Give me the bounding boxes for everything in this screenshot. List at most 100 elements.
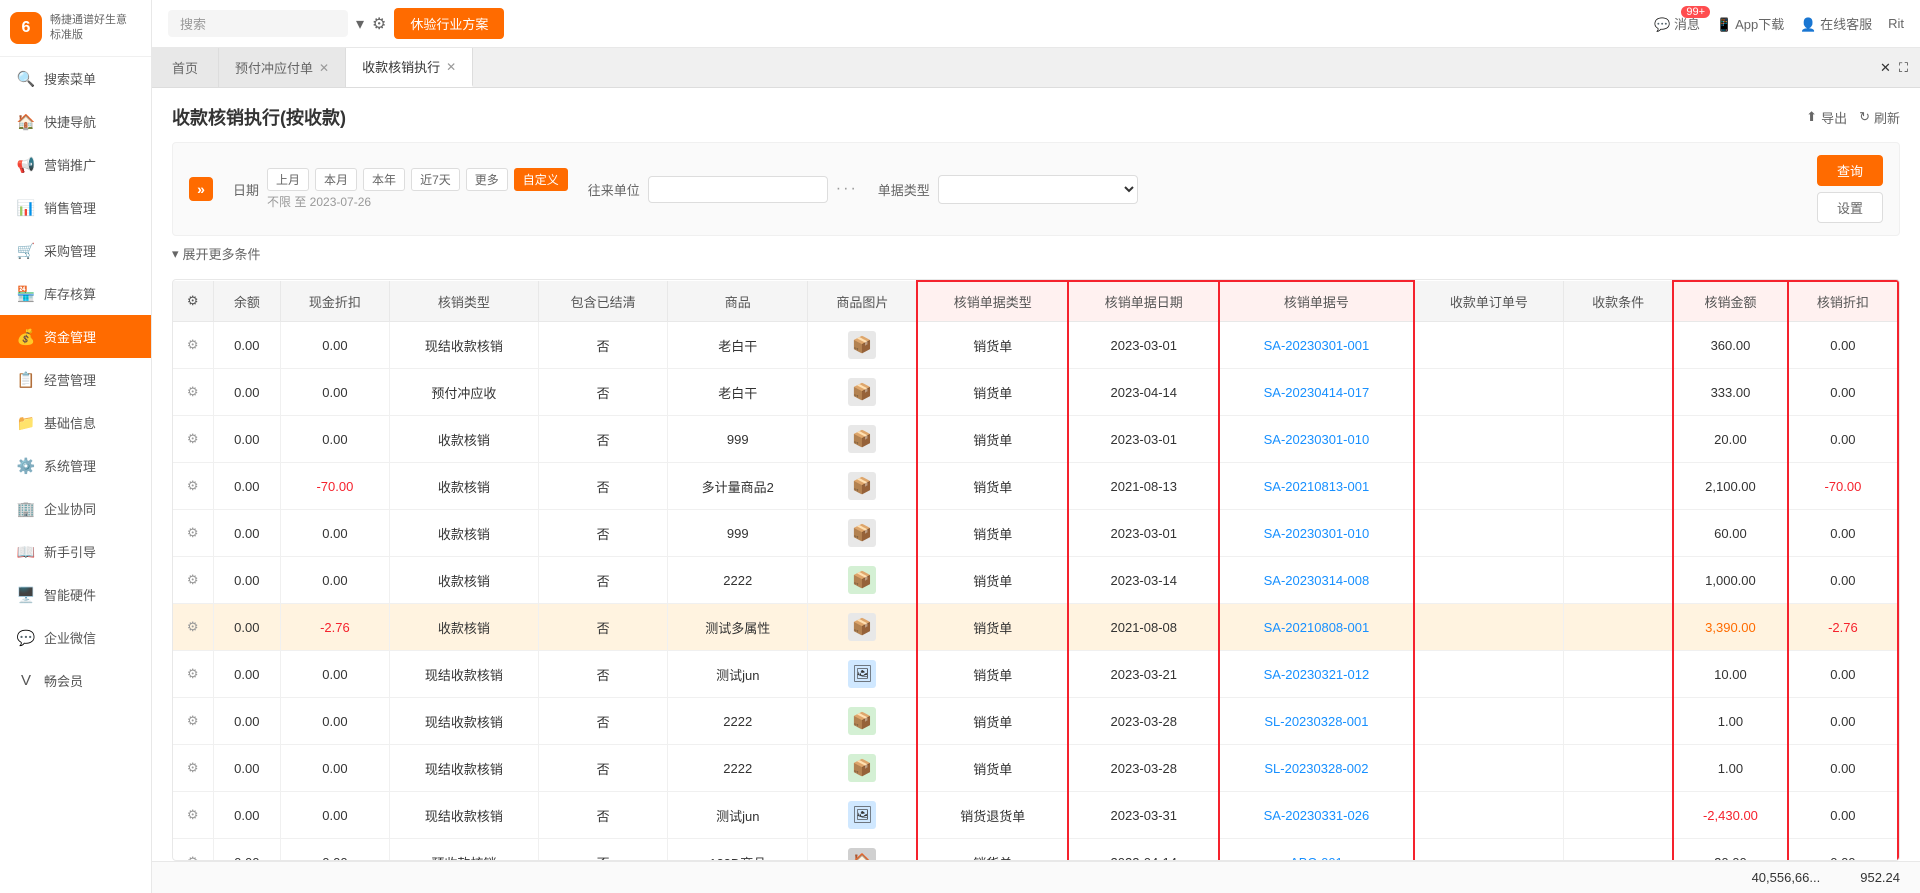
row-settings-icon[interactable]: ⚙ xyxy=(187,525,199,540)
cell-verify_no[interactable]: SA-20230321-012 xyxy=(1219,651,1413,698)
row-settings-icon[interactable]: ⚙ xyxy=(187,619,199,634)
refresh-button[interactable]: ↻ 刷新 xyxy=(1859,108,1900,127)
tab-close-prepay[interactable]: ✕ xyxy=(319,61,329,75)
date-btn-7days[interactable]: 近7天 xyxy=(411,168,460,191)
tab-expand-icon[interactable]: ⛶ xyxy=(1899,60,1908,76)
operation-label: 经营管理 xyxy=(44,370,96,389)
cell-include_settled: 否 xyxy=(539,557,668,604)
sidebar-item-guide[interactable]: 📖新手引导 xyxy=(0,530,151,573)
verify-no-link[interactable]: SL-20230328-001 xyxy=(1264,714,1368,729)
cell-verify_no[interactable]: SA-20230414-017 xyxy=(1219,369,1413,416)
cell-verify_no[interactable]: SA-20230301-001 xyxy=(1219,322,1413,369)
app-download[interactable]: 📱 App下载 xyxy=(1716,14,1784,33)
cell-verify_no[interactable]: SL-20230328-002 xyxy=(1219,745,1413,792)
cell-goods: 2222 xyxy=(668,745,808,792)
sidebar-item-operation[interactable]: 📋经营管理 xyxy=(0,358,151,401)
data-table-container: ⚙余额现金折扣核销类型包含已结清商品商品图片核销单据类型核销单据日期核销单据号收… xyxy=(172,279,1900,861)
tab-close-collection[interactable]: ✕ xyxy=(446,60,456,74)
sidebar-item-shortcut[interactable]: 🏠快捷导航 xyxy=(0,100,151,143)
verify-no-link[interactable]: SA-20230301-010 xyxy=(1264,526,1370,541)
solution-button[interactable]: 休验行业方案 xyxy=(394,8,504,39)
row-settings-icon[interactable]: ⚙ xyxy=(187,666,199,681)
cell-verify_amount: -2,430.00 xyxy=(1673,792,1788,839)
sidebar-item-system[interactable]: ⚙️系统管理 xyxy=(0,444,151,487)
cell-goods_img: 🏠 xyxy=(808,839,917,862)
cell-verify_type: 现结收款核销 xyxy=(389,651,538,698)
filter-counterpart-section: 往来单位 ··· xyxy=(588,176,858,203)
cell-goods: 老白干 xyxy=(668,369,808,416)
sidebar-item-sales[interactable]: 📊销售管理 xyxy=(0,186,151,229)
date-btn-this-month[interactable]: 本月 xyxy=(315,168,357,191)
row-settings-icon[interactable]: ⚙ xyxy=(187,478,199,493)
row-settings-icon[interactable]: ⚙ xyxy=(187,713,199,728)
sidebar-item-wechat[interactable]: 💬企业微信 xyxy=(0,616,151,659)
counterpart-more-btn[interactable]: ··· xyxy=(836,180,858,198)
cell-verify_no[interactable]: SA-20230301-010 xyxy=(1219,510,1413,557)
cell-verify_type: 收款核销 xyxy=(389,510,538,557)
counterpart-input[interactable] xyxy=(648,176,828,203)
settings-button[interactable]: 设置 xyxy=(1817,192,1883,223)
message-badge[interactable]: 💬 消息 99+ xyxy=(1654,14,1700,33)
tab-prepay[interactable]: 预付冲应付单 ✕ xyxy=(219,48,346,87)
row-settings-icon[interactable]: ⚙ xyxy=(187,431,199,446)
tab-collection[interactable]: 收款核销执行 ✕ xyxy=(346,48,473,87)
query-button[interactable]: 查询 xyxy=(1817,155,1883,186)
cell-receipt_order_no xyxy=(1414,698,1564,745)
verify-no-link[interactable]: SA-20210813-001 xyxy=(1264,479,1370,494)
verify-no-link[interactable]: SL-20230328-002 xyxy=(1264,761,1368,776)
cell-verify_type: 收款核销 xyxy=(389,463,538,510)
sidebar-item-search[interactable]: 🔍搜索菜单 xyxy=(0,57,151,100)
app-icon: 📱 xyxy=(1716,17,1732,32)
export-button[interactable]: ⬆ 导出 xyxy=(1806,108,1847,127)
verify-no-link[interactable]: SA-20210808-001 xyxy=(1264,620,1370,635)
row-settings-icon[interactable]: ⚙ xyxy=(187,807,199,822)
cell-verify_no[interactable]: SA-20230331-026 xyxy=(1219,792,1413,839)
sidebar-item-purchase[interactable]: 🛒采购管理 xyxy=(0,229,151,272)
cell-verify_date: 2023-03-01 xyxy=(1068,510,1219,557)
cell-verify_no[interactable]: SA-20230301-010 xyxy=(1219,416,1413,463)
date-btn-custom[interactable]: 自定义 xyxy=(514,168,568,191)
col-header-verify_amount: 核销金额 xyxy=(1673,281,1788,322)
row-settings-icon[interactable]: ⚙ xyxy=(187,384,199,399)
cell-verify_voucher_type: 销货单 xyxy=(917,604,1068,651)
cell-verify_amount: 3,390.00 xyxy=(1673,604,1788,651)
date-btn-more[interactable]: 更多 xyxy=(466,168,508,191)
sidebar-item-hardware[interactable]: 🖥️智能硬件 xyxy=(0,573,151,616)
voucher-type-select[interactable] xyxy=(938,175,1138,204)
row-settings-icon[interactable]: ⚙ xyxy=(187,572,199,587)
verify-no-link[interactable]: SA-20230331-026 xyxy=(1264,808,1370,823)
settings-icon[interactable]: ⚙ xyxy=(372,14,386,34)
date-btn-last-month[interactable]: 上月 xyxy=(267,168,309,191)
sidebar-item-member[interactable]: V畅会员 xyxy=(0,659,151,702)
verify-no-link[interactable]: SA-20230321-012 xyxy=(1264,667,1370,682)
row-settings-icon[interactable]: ⚙ xyxy=(187,760,199,775)
verify-no-link[interactable]: SA-20230301-001 xyxy=(1264,338,1370,353)
dropdown-icon[interactable]: ▾ xyxy=(356,14,364,34)
online-service[interactable]: 👤 在线客服 xyxy=(1800,14,1872,33)
row-settings-icon[interactable]: ⚙ xyxy=(187,337,199,352)
verify-no-link[interactable]: SA-20230301-010 xyxy=(1264,432,1370,447)
cell-verify_no[interactable]: SA-20210808-001 xyxy=(1219,604,1413,651)
user-name[interactable]: Rit xyxy=(1888,16,1904,31)
sidebar-item-inventory[interactable]: 🏪库存核算 xyxy=(0,272,151,315)
cell-verify_no[interactable]: SA-20210813-001 xyxy=(1219,463,1413,510)
sidebar-item-marketing[interactable]: 📢营销推广 xyxy=(0,143,151,186)
sidebar-item-enterprise[interactable]: 🏢企业协同 xyxy=(0,487,151,530)
tab-close-all-icon[interactable]: ✕ xyxy=(1880,60,1891,76)
filter-expand-btn[interactable]: » xyxy=(189,177,213,201)
cell-cash_discount: 0.00 xyxy=(281,557,390,604)
cell-goods: 999 xyxy=(668,510,808,557)
goods-thumbnail: 📦 xyxy=(848,566,876,594)
verify-no-link[interactable]: SA-20230414-017 xyxy=(1264,385,1370,400)
cell-verify_no[interactable]: SL-20230328-001 xyxy=(1219,698,1413,745)
verify-no-link[interactable]: SA-20230314-008 xyxy=(1264,573,1370,588)
cell-verify_no[interactable]: ABC-001 xyxy=(1219,839,1413,862)
expand-conditions-btn[interactable]: ▾ 展开更多条件 xyxy=(172,244,1900,263)
filter-date-section: 日期 上月 本月 本年 近7天 更多 自定义 不限 至 2023-07-26 xyxy=(233,168,568,210)
sidebar-item-finance[interactable]: 💰资金管理 xyxy=(0,315,151,358)
row-settings-icon[interactable]: ⚙ xyxy=(187,854,199,861)
cell-verify_no[interactable]: SA-20230314-008 xyxy=(1219,557,1413,604)
sidebar-item-basicinfo[interactable]: 📁基础信息 xyxy=(0,401,151,444)
tab-home[interactable]: 首页 xyxy=(152,48,219,87)
date-btn-this-year[interactable]: 本年 xyxy=(363,168,405,191)
